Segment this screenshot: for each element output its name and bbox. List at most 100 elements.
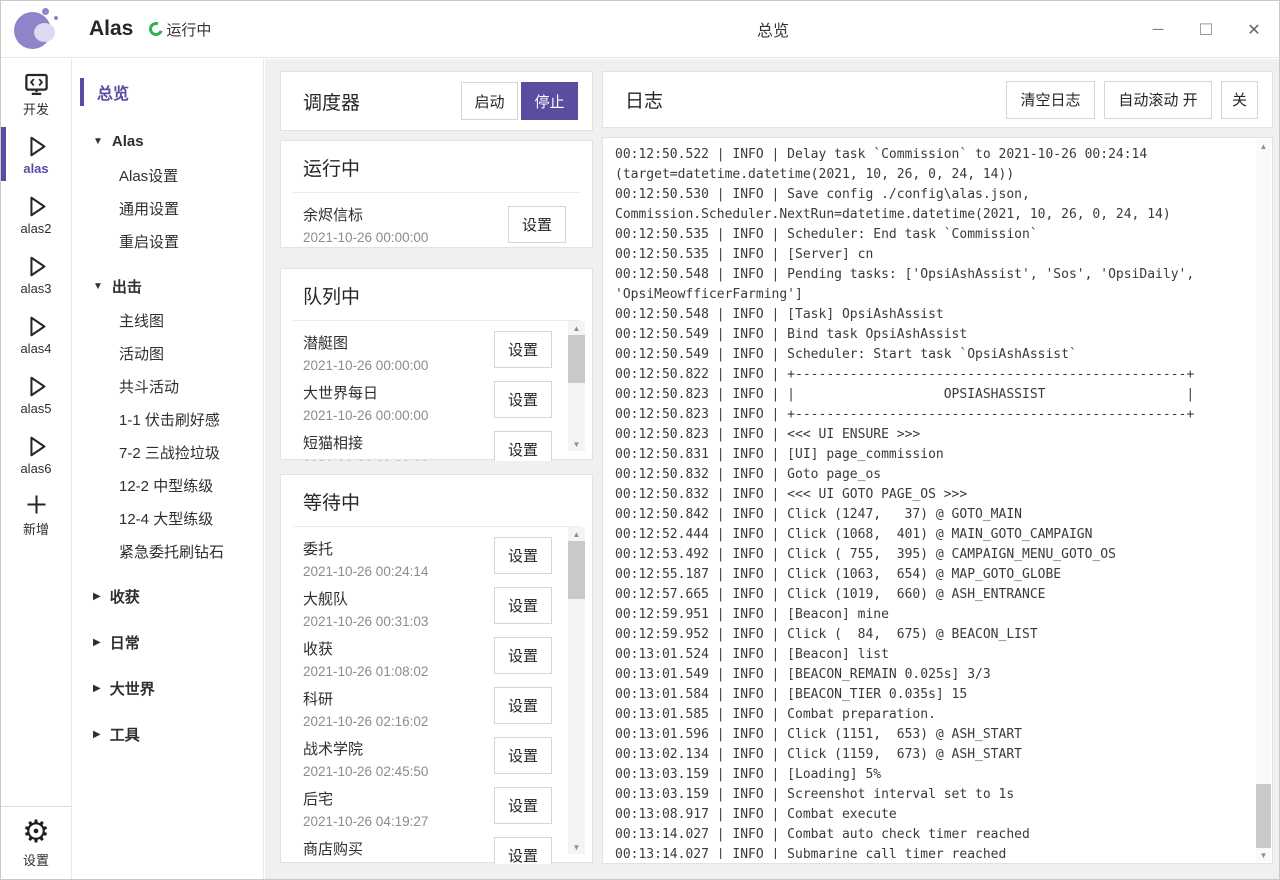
sidebar-item-settings[interactable]: ⚙ 设置 [1,806,71,879]
log-line: 00:13:14.027 | INFO | Combat auto check … [615,825,1246,845]
play-icon [23,193,50,220]
task-setting-button[interactable]: 设置 [494,431,552,461]
task-row: 短猫相接 2021-10-26 00:00:00 设置 [303,424,592,461]
scroll-up-icon[interactable]: ▲ [1256,139,1271,153]
task-next-run-time: 2021-10-26 00:24:14 [303,564,492,579]
log-line: 00:12:50.842 | INFO | Click (1247, 37) @… [615,505,1246,525]
close-icon[interactable]: ✕ [1245,21,1263,39]
nav-item-日常[interactable]: ▶ 日常 [73,624,263,660]
task-next-run-time: 2021-10-26 00:31:03 [303,614,492,629]
task-nav-panel: 总览 ▼ Alas Alas设置 通用设置 重启设置 ▼ 出击 主线图 [73,59,264,879]
log-title: 日志 [625,86,1006,113]
sidebar-item-alas2[interactable]: alas2 [1,184,71,244]
running-spinner-icon [147,20,166,39]
nav-item-紧急委托刷钻石[interactable]: 紧急委托刷钻石 [73,535,263,568]
app-window: Alas 运行中 总览 ─ □ ✕ [0,0,1280,880]
sidebar-item-alas[interactable]: alas [1,124,71,184]
log-line: 00:12:50.822 | INFO | +-----------------… [615,365,1246,385]
task-setting-button[interactable]: 设置 [494,787,552,824]
nav-item-12-2 中型练级[interactable]: 12-2 中型练级 [73,469,263,502]
log-line: 00:12:50.823 | INFO | +-----------------… [615,405,1246,425]
clear-log-button[interactable]: 清空日志 [1006,81,1095,119]
log-line: 00:12:50.832 | INFO | Goto page_os [615,465,1246,485]
pending-scrollbar[interactable]: ▲ ▼ [568,321,585,451]
nav-item-Alas设置[interactable]: Alas设置 [73,159,263,192]
nav-item-总览[interactable]: 总览 [73,71,263,113]
nav-item-7-2 三战捡垃圾[interactable]: 7-2 三战捡垃圾 [73,436,263,469]
task-row: 科研 2021-10-26 02:16:02 设置 [303,680,592,730]
task-name: 后宅 [303,780,492,809]
nav-item-1-1 伏击刷好感[interactable]: 1-1 伏击刷好感 [73,403,263,436]
task-name: 潜艇图 [303,324,492,353]
log-line: 00:12:50.549 | INFO | Scheduler: Start t… [615,345,1246,365]
task-setting-button[interactable]: 设置 [494,837,552,864]
scheduler-title: 调度器 [303,88,461,115]
nav-item-label: 紧急委托刷钻石 [119,541,224,562]
task-setting-button[interactable]: 设置 [494,587,552,624]
task-name: 委托 [303,530,492,559]
nav-item-label: 收获 [110,586,140,607]
task-setting-button[interactable]: 设置 [494,687,552,724]
tree-arrow-icon: ▼ [93,136,103,147]
sidebar-item-alas6[interactable]: alas6 [1,424,71,484]
task-setting-button[interactable]: 设置 [494,637,552,674]
scroll-down-icon[interactable]: ▼ [1256,848,1271,862]
nav-item-共斗活动[interactable]: 共斗活动 [73,370,263,403]
task-row: 委托 2021-10-26 00:24:14 设置 [303,530,592,580]
log-scrollbar[interactable]: ▲ ▼ [1256,139,1271,862]
log-line: 00:12:55.187 | INFO | Click (1063, 654) … [615,565,1246,585]
log-line: 00:13:01.524 | INFO | [Beacon] list [615,645,1246,665]
sidebar-item-alas5[interactable]: alas5 [1,364,71,424]
sidebar-item-alas4[interactable]: alas4 [1,304,71,364]
task-setting-button[interactable]: 设置 [508,206,566,243]
autoscroll-off-button[interactable]: 关 [1221,81,1258,119]
nav-item-12-4 大型练级[interactable]: 12-4 大型练级 [73,502,263,535]
nav-item-通用设置[interactable]: 通用设置 [73,192,263,225]
sidebar-item-开发[interactable]: 开发 [1,64,71,124]
scroll-thumb[interactable] [1256,784,1271,848]
scroll-down-icon[interactable]: ▼ [568,840,585,854]
nav-item-出击[interactable]: ▼ 出击 [73,268,263,304]
scheduler-column: 调度器 启动 停止 运行中 余烬信标 2021-10-26 00:00:00 设… [280,71,593,863]
scheduler-start-button[interactable]: 启动 [461,82,518,120]
sidebar-item-alas3[interactable]: alas3 [1,244,71,304]
task-setting-button[interactable]: 设置 [494,331,552,368]
autoscroll-toggle-button[interactable]: 自动滚动 开 [1104,81,1212,119]
scheduler-stop-button[interactable]: 停止 [521,82,578,120]
scroll-down-icon[interactable]: ▼ [568,437,585,451]
nav-item-label: 12-2 中型练级 [119,475,213,496]
scroll-thumb[interactable] [568,541,585,599]
nav-item-label: 大世界 [110,678,155,699]
waiting-task-list: 委托 2021-10-26 00:24:14 设置 大舰队 2021-10-26… [281,527,592,864]
nav-item-工具[interactable]: ▶ 工具 [73,716,263,752]
nav-item-收获[interactable]: ▶ 收获 [73,578,263,614]
status-label: 运行中 [166,19,211,40]
task-name: 大舰队 [303,580,492,609]
maximize-icon[interactable]: □ [1197,21,1215,39]
nav-item-Alas[interactable]: ▼ Alas [73,123,263,159]
log-line: 00:12:59.951 | INFO | [Beacon] mine [615,605,1246,625]
nav-item-大世界[interactable]: ▶ 大世界 [73,670,263,706]
task-setting-button[interactable]: 设置 [494,737,552,774]
log-line: 00:12:50.832 | INFO | <<< UI GOTO PAGE_O… [615,485,1246,505]
scroll-thumb[interactable] [568,335,585,383]
nav-item-重启设置[interactable]: 重启设置 [73,225,263,258]
scheduler-status: 运行中 [149,19,211,40]
tree-arrow-icon: ▶ [93,729,101,740]
nav-item-活动图[interactable]: 活动图 [73,337,263,370]
scroll-up-icon[interactable]: ▲ [568,527,585,541]
task-setting-button[interactable]: 设置 [494,381,552,418]
task-row: 商店购买 设置 [303,830,592,864]
waiting-scrollbar[interactable]: ▲ ▼ [568,527,585,854]
sidebar-item-新增[interactable]: 新增 [1,484,71,544]
task-next-run-time: 2021-10-26 04:19:27 [303,814,492,829]
nav-item-label: 12-4 大型练级 [119,508,213,529]
log-line: 00:12:50.549 | INFO | Bind task OpsiAshA… [615,325,1246,345]
sidebar-item-label: alas2 [20,221,51,236]
minimize-icon[interactable]: ─ [1149,21,1167,39]
task-setting-button[interactable]: 设置 [494,537,552,574]
scroll-up-icon[interactable]: ▲ [568,321,585,335]
sidebar-item-label: alas5 [20,401,51,416]
log-line: 00:13:01.584 | INFO | [BEACON_TIER 0.035… [615,685,1246,705]
nav-item-主线图[interactable]: 主线图 [73,304,263,337]
